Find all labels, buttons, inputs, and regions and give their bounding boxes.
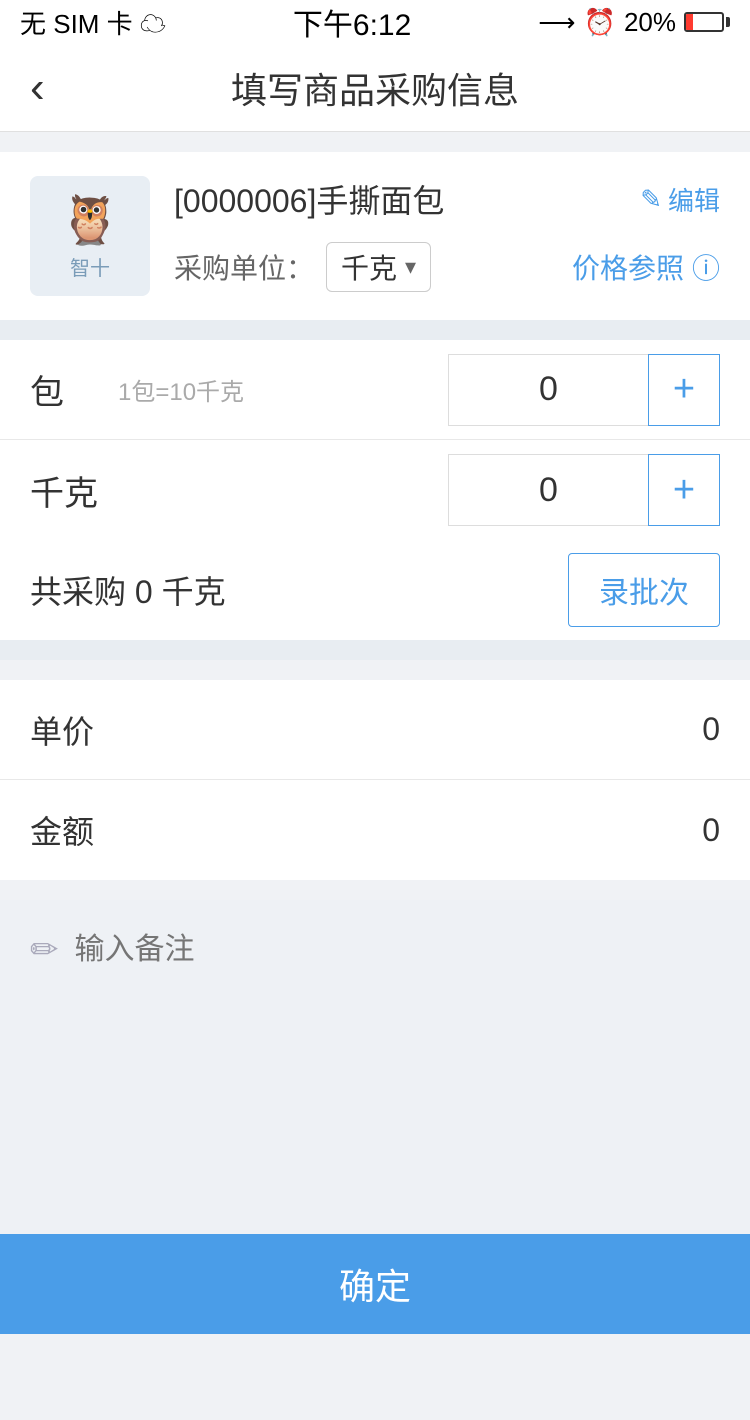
bao-sublabel: 1包=10千克 — [118, 372, 448, 407]
status-network: 无 SIM 卡 ☁ — [20, 4, 166, 41]
amount-row: 金额 0 — [0, 780, 750, 880]
product-info: [0000006]手撕面包 ✎ 编辑 采购单位： 千克 ▾ 价格参照 ⓘ — [174, 176, 720, 292]
unit-value: 千克 — [341, 247, 397, 287]
product-unit-row: 采购单位： 千克 ▾ 价格参照 ⓘ — [174, 242, 720, 292]
edit-button[interactable]: ✎ 编辑 — [640, 181, 720, 218]
kg-plus-button[interactable]: + — [648, 454, 720, 526]
total-text: 共采购 0 千克 — [30, 567, 226, 613]
owl-icon: 🦉 — [60, 191, 120, 248]
section-divider-2 — [0, 640, 750, 660]
battery-icon — [684, 12, 730, 32]
quantity-row-kg: 千克 + — [0, 440, 750, 540]
bao-input[interactable] — [448, 354, 648, 426]
bao-plus-button[interactable]: + — [648, 354, 720, 426]
price-ref-label: 价格参照 — [572, 247, 684, 287]
status-time: 下午6:12 — [293, 0, 411, 44]
battery-fill — [686, 14, 693, 30]
note-section: ✏ — [0, 900, 750, 1000]
unit-label: 采购单位： — [174, 247, 314, 287]
product-name-row: [0000006]手撕面包 ✎ 编辑 — [174, 176, 720, 222]
price-ref-button[interactable]: 价格参照 ⓘ — [572, 247, 720, 287]
status-alarm-icon: ⏰ — [584, 7, 616, 38]
status-location-icon: ⟶ — [538, 7, 575, 38]
kg-input-group: + — [448, 454, 720, 526]
note-input[interactable] — [75, 933, 721, 967]
info-icon: ⓘ — [692, 247, 720, 287]
amount-value: 0 — [702, 812, 720, 849]
product-thumbnail: 🦉 智十 — [30, 176, 150, 296]
bao-label: 包 — [30, 365, 110, 414]
price-value: 0 — [702, 711, 720, 748]
quantity-row-bao: 包 1包=10千克 + — [0, 340, 750, 440]
thumb-brand-text: 智十 — [70, 252, 110, 281]
back-button[interactable]: ‹ — [30, 66, 45, 110]
section-divider-1 — [0, 320, 750, 340]
quantity-section: 包 1包=10千克 + 千克 + — [0, 340, 750, 540]
nav-bar: ‹ 填写商品采购信息 — [0, 44, 750, 132]
status-right-group: ⟶ ⏰ 20% — [538, 7, 730, 38]
chevron-down-icon: ▾ — [405, 254, 416, 280]
kg-input[interactable] — [448, 454, 648, 526]
batch-button[interactable]: 录批次 — [568, 553, 720, 627]
bao-input-group: + — [448, 354, 720, 426]
product-card: 🦉 智十 [0000006]手撕面包 ✎ 编辑 采购单位： 千克 ▾ 价格参照 — [0, 152, 750, 320]
amount-label: 金额 — [30, 807, 94, 853]
total-row: 共采购 0 千克 录批次 — [0, 540, 750, 640]
price-row: 单价 0 — [0, 680, 750, 780]
edit-label: 编辑 — [668, 181, 720, 218]
product-name: [0000006]手撕面包 — [174, 176, 444, 222]
status-bar: 无 SIM 卡 ☁ 下午6:12 ⟶ ⏰ 20% — [0, 0, 750, 44]
battery-tip — [726, 17, 730, 27]
kg-label: 千克 — [30, 466, 110, 515]
pencil-icon: ✏ — [30, 930, 59, 970]
unit-select[interactable]: 千克 ▾ — [326, 242, 431, 292]
price-label: 单价 — [30, 707, 94, 753]
confirm-label: 确定 — [339, 1258, 411, 1310]
page-title: 填写商品采购信息 — [231, 62, 519, 114]
status-battery-percent: 20% — [624, 7, 676, 38]
detail-section: 单价 0 金额 0 — [0, 680, 750, 880]
confirm-button[interactable]: 确定 — [0, 1234, 750, 1334]
edit-icon: ✎ — [640, 184, 662, 215]
